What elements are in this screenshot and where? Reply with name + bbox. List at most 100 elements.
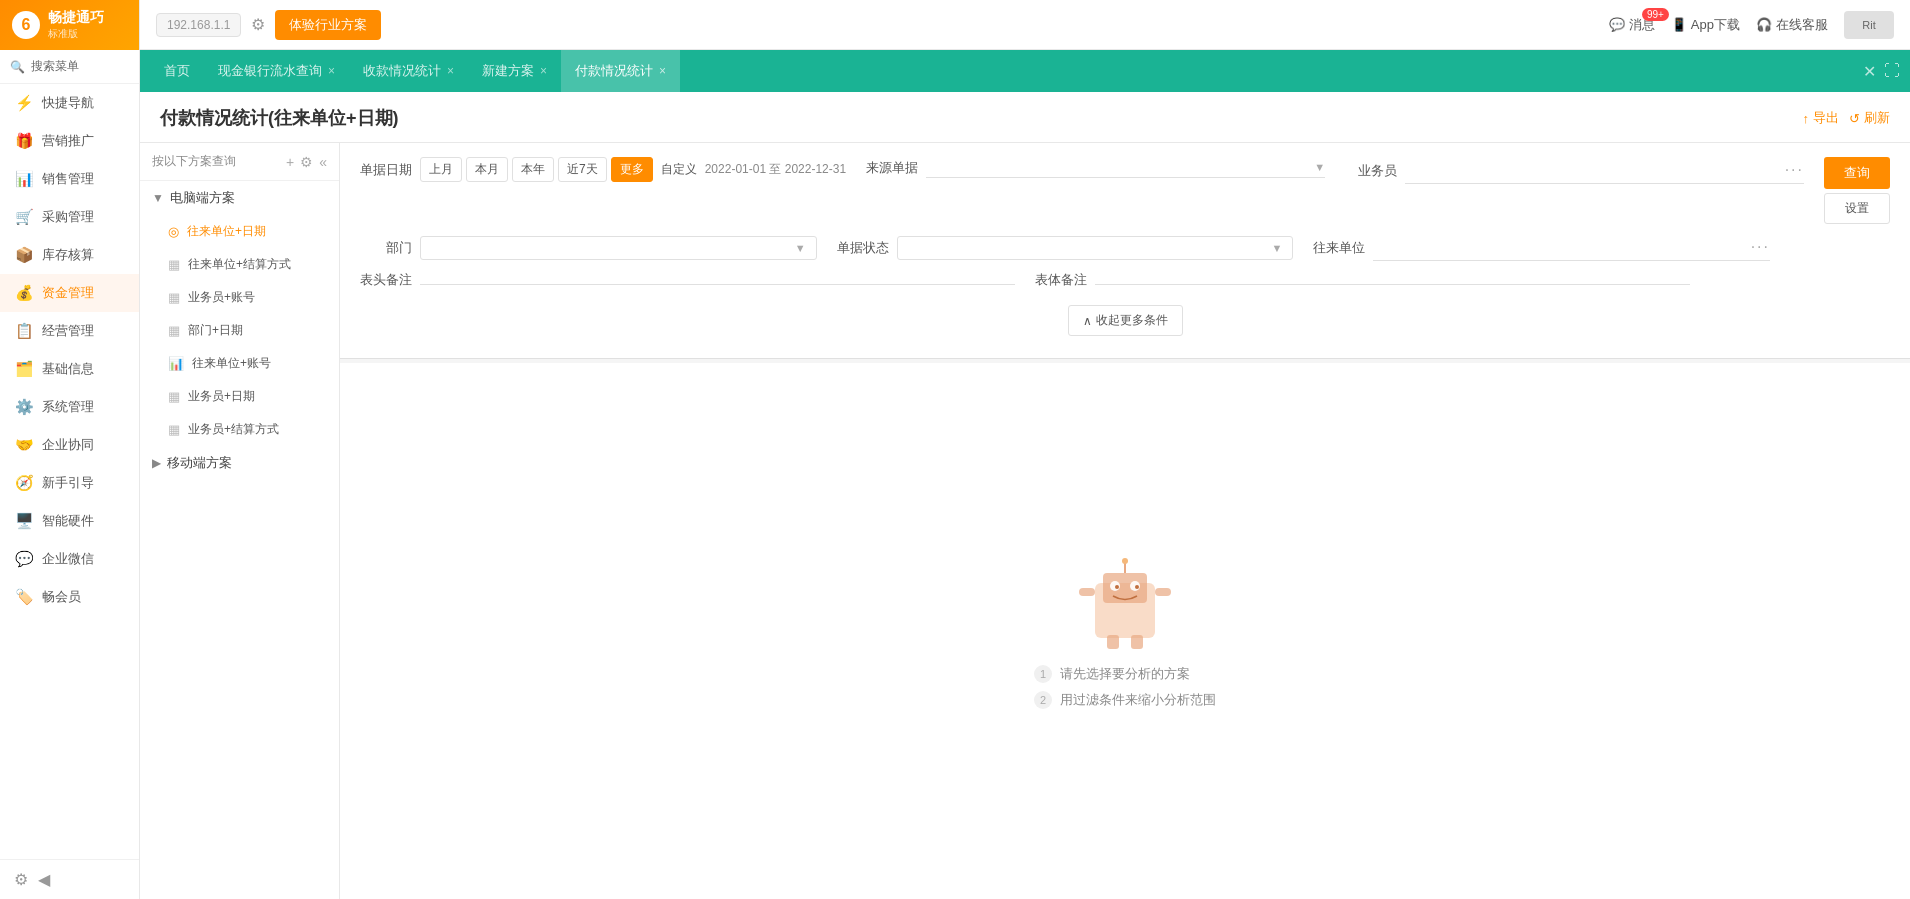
scheme-collapse-icon[interactable]: « — [319, 154, 327, 170]
source-select[interactable]: ▼ — [926, 157, 1325, 178]
export-button[interactable]: ↑ 导出 — [1803, 109, 1840, 127]
scheme-add-icon[interactable]: + — [286, 154, 294, 170]
scheme-icon-unit-settle: ▦ — [168, 257, 180, 272]
status-select[interactable]: ▼ — [897, 236, 1294, 260]
sidebar-icon-purchase: 🛒 — [14, 208, 34, 226]
scheme-settings-icon[interactable]: ⚙ — [300, 154, 313, 170]
scheme-group-desktop: ▼ 电脑端方案 ◎ 往来单位+日期▦ 往来单位+结算方式▦ 业务员+账号▦ 部门… — [140, 181, 339, 446]
topbar-left: 192.168.1.1 ⚙ 体验行业方案 — [156, 10, 381, 40]
topbar-service[interactable]: 🎧 在线客服 — [1756, 16, 1828, 34]
app-label: App下载 — [1691, 16, 1740, 34]
sidebar-item-enterprise[interactable]: 🤝 企业协同 — [0, 426, 139, 464]
service-label: 在线客服 — [1776, 16, 1828, 34]
tab-new-scheme[interactable]: 新建方案× — [468, 50, 561, 92]
query-button[interactable]: 查询 — [1824, 157, 1890, 189]
sidebar-label-wechat: 企业微信 — [42, 550, 94, 568]
export-label: 导出 — [1813, 109, 1839, 127]
staff-dots[interactable]: ··· — [1785, 161, 1804, 179]
sidebar-icon-guide: 🧭 — [14, 474, 34, 492]
user-avatar[interactable]: Rit — [1844, 11, 1894, 39]
scheme-icon-staff-account: ▦ — [168, 290, 180, 305]
sidebar-item-marketing[interactable]: 🎁 营销推广 — [0, 122, 139, 160]
tab-payment-stat[interactable]: 付款情况统计× — [561, 50, 680, 92]
sidebar-icon-finance: 💰 — [14, 284, 34, 302]
export-icon: ↑ — [1803, 111, 1810, 126]
refresh-label: 刷新 — [1864, 109, 1890, 127]
main-right: 付款情况统计(往来单位+日期) ↑ 导出 ↺ 刷新 按 — [140, 92, 1910, 899]
trial-button[interactable]: 体验行业方案 — [275, 10, 381, 40]
sidebar-icon-marketing: 🎁 — [14, 132, 34, 150]
date-btn-more[interactable]: 更多 — [611, 157, 653, 182]
scheme-item-staff-date[interactable]: ▦ 业务员+日期 — [140, 380, 339, 413]
tab-close-new-scheme[interactable]: × — [540, 64, 547, 78]
search-label: 搜索菜单 — [31, 58, 79, 75]
refresh-icon: ↺ — [1849, 111, 1860, 126]
date-buttons: 上月本月本年近7天更多 — [420, 157, 653, 182]
sidebar-item-member[interactable]: 🏷️ 畅会员 — [0, 578, 139, 616]
empty-tips: 1 请先选择要分析的方案 2 用过滤条件来缩小分析范围 — [1034, 665, 1216, 709]
dept-label: 部门 — [360, 239, 412, 257]
collapse-filter-button[interactable]: ∧ 收起更多条件 — [1068, 305, 1183, 336]
sidebar-item-quick-nav[interactable]: ⚡ 快捷导航 — [0, 84, 139, 122]
sidebar-item-basic[interactable]: 🗂️ 基础信息 — [0, 350, 139, 388]
scheme-group-desktop-header[interactable]: ▼ 电脑端方案 — [140, 181, 339, 215]
sidebar-item-purchase[interactable]: 🛒 采购管理 — [0, 198, 139, 236]
tab-close-bank[interactable]: × — [328, 64, 335, 78]
settings-button[interactable]: 设置 — [1824, 193, 1890, 224]
sidebar-item-system[interactable]: ⚙️ 系统管理 — [0, 388, 139, 426]
scheme-label-staff-settle: 业务员+结算方式 — [188, 421, 279, 438]
scheme-item-dept-date[interactable]: ▦ 部门+日期 — [140, 314, 339, 347]
staff-label: 业务员 — [1345, 162, 1397, 180]
tab-home[interactable]: 首页 — [150, 50, 204, 92]
main-content: 192.168.1.1 ⚙ 体验行业方案 💬 消息 99+ 📱 App下载 🎧 … — [140, 0, 1910, 899]
scheme-group-mobile-header[interactable]: ▶ 移动端方案 — [140, 446, 339, 480]
footer-collapse-icon[interactable]: ◀ — [38, 870, 50, 889]
tab-bank[interactable]: 现金银行流水查询× — [204, 50, 349, 92]
footer-settings-icon[interactable]: ⚙ — [14, 870, 28, 889]
unit-dots[interactable]: ··· — [1751, 238, 1770, 256]
sidebar-item-sales[interactable]: 📊 销售管理 — [0, 160, 139, 198]
date-btn-last-month[interactable]: 上月 — [420, 157, 462, 182]
custom-label[interactable]: 自定义 — [661, 161, 697, 178]
tab-close-receipt-stat[interactable]: × — [447, 64, 454, 78]
svg-point-7 — [1122, 558, 1128, 564]
scheme-item-unit-date[interactable]: ◎ 往来单位+日期 — [140, 215, 339, 248]
sidebar-item-wechat[interactable]: 💬 企业微信 — [0, 540, 139, 578]
collapse-icon: ∧ — [1083, 314, 1092, 328]
scheme-item-staff-settle[interactable]: ▦ 业务员+结算方式 — [140, 413, 339, 446]
page-title: 付款情况统计(往来单位+日期) — [160, 106, 399, 142]
scheme-label-staff-account: 业务员+账号 — [188, 289, 255, 306]
topbar-app[interactable]: 📱 App下载 — [1671, 16, 1740, 34]
scheme-item-unit-account[interactable]: 📊 往来单位+账号 — [140, 347, 339, 380]
sidebar-item-guide[interactable]: 🧭 新手引导 — [0, 464, 139, 502]
scheme-label-dept-date: 部门+日期 — [188, 322, 243, 339]
sidebar-icon-hardware: 🖥️ — [14, 512, 34, 530]
dept-select[interactable]: ▼ — [420, 236, 817, 260]
sidebar-label-guide: 新手引导 — [42, 474, 94, 492]
sidebar-item-inventory[interactable]: 📦 库存核算 — [0, 236, 139, 274]
scheme-icon-unit-account: 📊 — [168, 356, 184, 371]
topbar-message[interactable]: 💬 消息 99+ — [1609, 16, 1655, 34]
tab-receipt-stat[interactable]: 收款情况统计× — [349, 50, 468, 92]
tabs-close-all-icon[interactable]: ✕ — [1863, 62, 1876, 81]
sidebar-search[interactable]: 🔍 搜索菜单 — [0, 50, 139, 84]
sidebar-item-operation[interactable]: 📋 经营管理 — [0, 312, 139, 350]
date-btn-this-year[interactable]: 本年 — [512, 157, 554, 182]
scheme-panel-title: 按以下方案查询 — [152, 153, 236, 170]
scheme-item-staff-account[interactable]: ▦ 业务员+账号 — [140, 281, 339, 314]
svg-point-5 — [1135, 585, 1139, 589]
sidebar-icon-operation: 📋 — [14, 322, 34, 340]
scheme-item-unit-settle[interactable]: ▦ 往来单位+结算方式 — [140, 248, 339, 281]
message-icon: 💬 — [1609, 17, 1625, 32]
refresh-button[interactable]: ↺ 刷新 — [1849, 109, 1890, 127]
sidebar-logo: 6 畅捷通巧 标准版 — [0, 0, 139, 50]
topbar-gear-icon[interactable]: ⚙ — [251, 15, 265, 34]
sidebar-item-hardware[interactable]: 🖥️ 智能硬件 — [0, 502, 139, 540]
sidebar-item-finance[interactable]: 💰 资金管理 — [0, 274, 139, 312]
scheme-label-unit-date: 往来单位+日期 — [187, 223, 266, 240]
tab-close-payment-stat[interactable]: × — [659, 64, 666, 78]
date-btn-this-month[interactable]: 本月 — [466, 157, 508, 182]
scheme-group-desktop-label: 电脑端方案 — [170, 189, 235, 207]
tabs-expand-icon[interactable]: ⛶ — [1884, 62, 1900, 80]
date-btn-7days[interactable]: 近7天 — [558, 157, 607, 182]
